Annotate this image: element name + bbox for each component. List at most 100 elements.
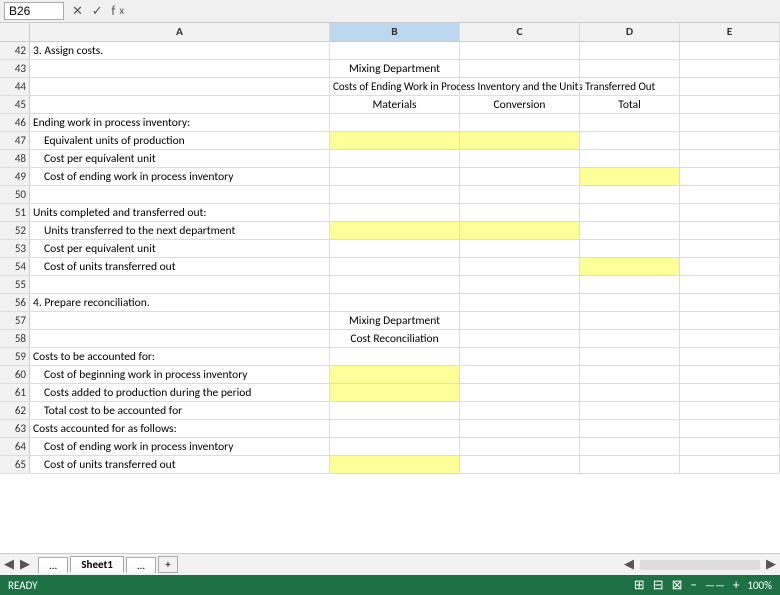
cell-52-c[interactable] [460,222,580,239]
sheet-tab-ellipsis-left[interactable]: ... [38,557,68,573]
cell-64-d[interactable] [580,438,680,455]
cell-47-d[interactable] [580,132,680,149]
cell-49-a[interactable]: Cost of ending work in process inventory [30,168,330,185]
scroll-left-icon[interactable]: ◀ [624,557,634,572]
cell-62-a[interactable]: Total cost to be accounted for [30,402,330,419]
cell-61-b[interactable] [330,384,460,401]
cell-51-e[interactable] [680,204,780,221]
grid-view-icon[interactable]: ⊞ [634,578,645,593]
cell-55-d[interactable] [580,276,680,293]
cell-63-e[interactable] [680,420,780,437]
cell-60-c[interactable] [460,366,580,383]
cell-47-a[interactable]: Equivalent units of production [30,132,330,149]
cell-64-c[interactable] [460,438,580,455]
cell-47-b[interactable] [330,132,460,149]
cell-52-b[interactable] [330,222,460,239]
cell-52-d[interactable] [580,222,680,239]
cell-62-b[interactable] [330,402,460,419]
page-view-icon[interactable]: ⊟ [653,578,664,593]
cell-50-d[interactable] [580,186,680,203]
cell-43-d[interactable] [580,60,680,77]
cell-57-c[interactable] [460,312,580,329]
sheet-tab-sheet1[interactable]: Sheet1 [70,556,124,573]
cell-46-e[interactable] [680,114,780,131]
cell-52-e[interactable] [680,222,780,239]
cell-44-c[interactable] [460,78,580,95]
cell-61-e[interactable] [680,384,780,401]
cell-45-d[interactable]: Total [580,96,680,113]
cell-50-e[interactable] [680,186,780,203]
cell-58-b[interactable]: Cost Reconciliation [330,330,460,347]
cell-42-d[interactable] [580,42,680,59]
cell-61-c[interactable] [460,384,580,401]
cell-56-b[interactable] [330,294,460,311]
next-sheet-nav[interactable]: ▶ [20,557,30,572]
cell-51-d[interactable] [580,204,680,221]
zoom-minus-icon[interactable]: − [691,578,697,593]
zoom-slider[interactable]: —— [705,579,725,592]
cell-54-b[interactable] [330,258,460,275]
cell-50-a[interactable] [30,186,330,203]
cell-60-d[interactable] [580,366,680,383]
cell-60-a[interactable]: Cost of beginning work in process invent… [30,366,330,383]
add-sheet-button[interactable]: + [158,556,177,573]
cell-45-e[interactable] [680,96,780,113]
cell-51-a[interactable]: Units completed and transferred out: [30,204,330,221]
cell-58-c[interactable] [460,330,580,347]
cell-47-c[interactable] [460,132,580,149]
cell-59-a[interactable]: Costs to be accounted for: [30,348,330,365]
sheet-tab-ellipsis-right[interactable]: ... [126,557,156,573]
cell-56-c[interactable] [460,294,580,311]
cell-54-e[interactable] [680,258,780,275]
page-layout-icon[interactable]: ⊠ [672,578,683,593]
cell-45-a[interactable] [30,96,330,113]
cell-51-b[interactable] [330,204,460,221]
cell-44-e[interactable] [680,78,780,95]
cell-56-e[interactable] [680,294,780,311]
cell-42-a[interactable]: 3. Assign costs. [30,42,330,59]
cell-65-c[interactable] [460,456,580,473]
cell-55-b[interactable] [330,276,460,293]
cell-55-e[interactable] [680,276,780,293]
cell-45-c[interactable]: Conversion [460,96,580,113]
cell-48-c[interactable] [460,150,580,167]
cell-49-d[interactable] [580,168,680,185]
cell-42-b[interactable] [330,42,460,59]
cell-58-e[interactable] [680,330,780,347]
cell-54-d[interactable] [580,258,680,275]
cell-42-c[interactable] [460,42,580,59]
cell-59-d[interactable] [580,348,680,365]
cell-43-a[interactable] [30,60,330,77]
cell-43-b[interactable]: Mixing Department [330,60,460,77]
cell-53-e[interactable] [680,240,780,257]
cell-57-d[interactable] [580,312,680,329]
cell-61-a[interactable]: Costs added to production during the per… [30,384,330,401]
cell-47-e[interactable] [680,132,780,149]
cell-48-e[interactable] [680,150,780,167]
cell-50-c[interactable] [460,186,580,203]
cell-56-a[interactable]: 4. Prepare reconciliation. [30,294,330,311]
cell-62-d[interactable] [580,402,680,419]
cell-48-d[interactable] [580,150,680,167]
cell-45-b[interactable]: Materials [330,96,460,113]
horizontal-scrollbar[interactable] [640,560,760,570]
cell-54-a[interactable]: Cost of units transferred out [30,258,330,275]
scroll-right-icon[interactable]: ▶ [766,557,776,572]
cell-49-b[interactable] [330,168,460,185]
name-box[interactable]: B26 [4,2,64,20]
cell-58-d[interactable] [580,330,680,347]
cell-43-c[interactable] [460,60,580,77]
cell-64-e[interactable] [680,438,780,455]
cell-62-e[interactable] [680,402,780,419]
zoom-plus-icon[interactable]: + [733,578,739,593]
cell-63-c[interactable] [460,420,580,437]
cell-53-b[interactable] [330,240,460,257]
cell-48-b[interactable] [330,150,460,167]
cell-46-a[interactable]: Ending work in process inventory: [30,114,330,131]
cell-65-d[interactable] [580,456,680,473]
cell-65-b[interactable] [330,456,460,473]
cell-44-d[interactable] [580,78,680,95]
cell-46-c[interactable] [460,114,580,131]
cell-59-c[interactable] [460,348,580,365]
cell-44-a[interactable] [30,78,330,95]
